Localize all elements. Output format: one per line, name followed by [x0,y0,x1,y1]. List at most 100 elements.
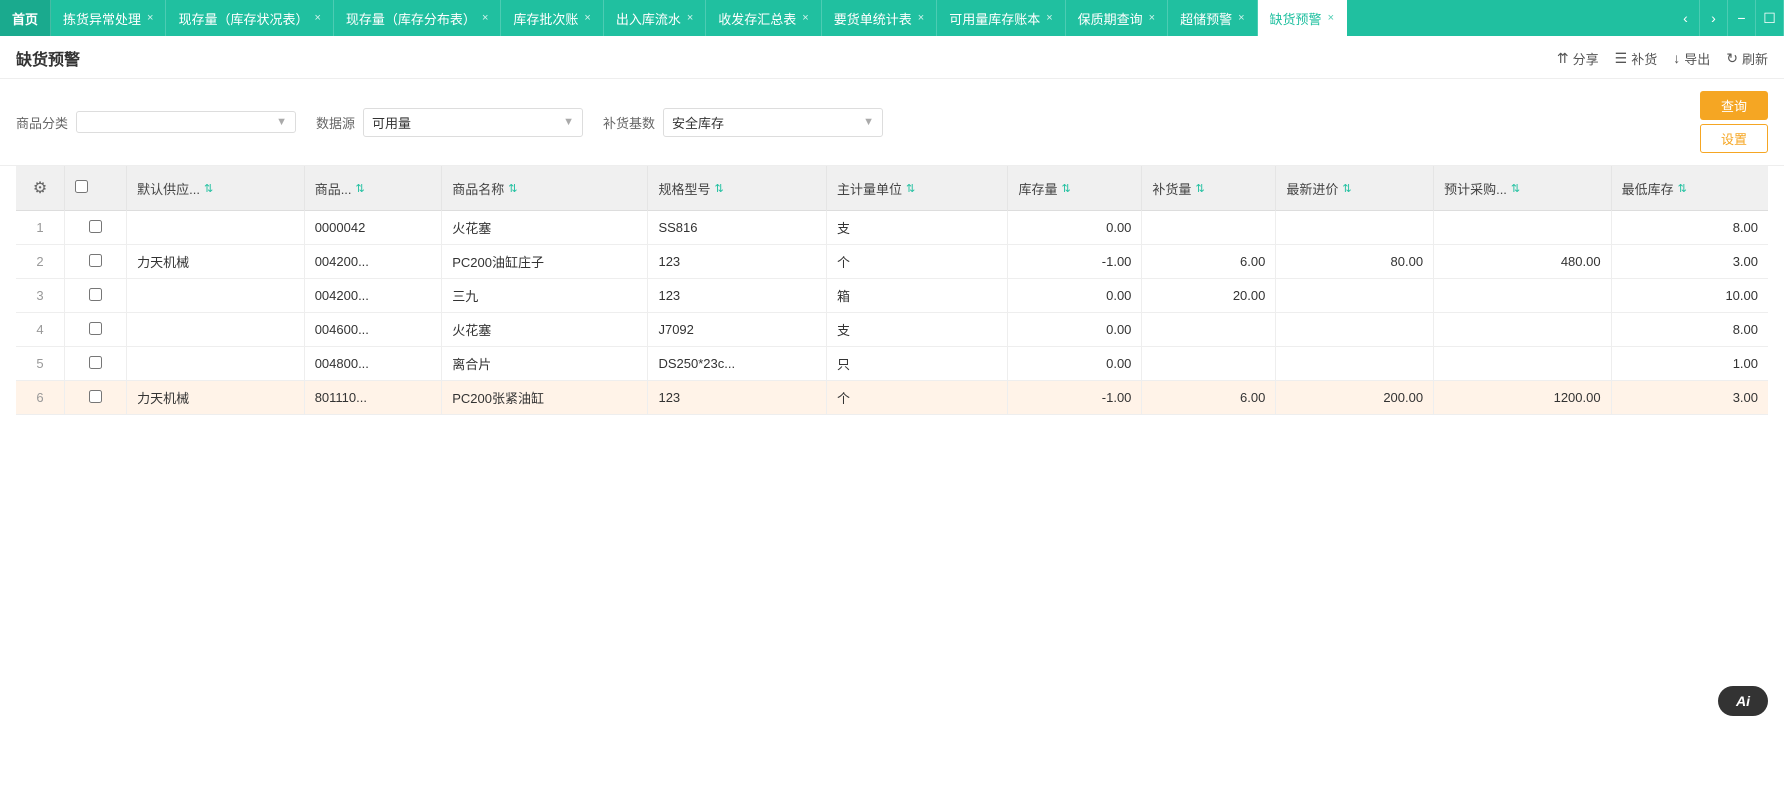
tab-2-close[interactable]: × [314,12,320,24]
replenish-button[interactable]: ☰ 补货 [1615,49,1658,68]
tab-8[interactable]: 可用量库存账本 × [937,0,1065,36]
row-spec: J7092 [648,313,827,347]
tab-3-close[interactable]: × [482,12,488,24]
tab-5-close[interactable]: × [687,12,693,24]
tab-6-label: 收发存汇总表 [718,9,796,28]
select-all-checkbox[interactable] [75,180,88,193]
th-min-stock[interactable]: 最低库存 ⇅ [1611,166,1768,211]
share-button[interactable]: ⇈ 分享 [1557,49,1599,68]
tab-maximize-button[interactable]: ☐ [1756,0,1784,36]
tab-11-close[interactable]: × [1328,12,1334,24]
th-spec[interactable]: 规格型号 ⇅ [648,166,827,211]
latest-price-sort-icon: ⇅ [1342,182,1351,195]
row-spec: SS816 [648,211,827,245]
th-stock[interactable]: 库存量 ⇅ [1008,166,1142,211]
data-table: ⚙ 默认供应... ⇅ 商品... ⇅ [16,166,1768,415]
tab-6[interactable]: 收发存汇总表 × [706,0,821,36]
tab-3[interactable]: 现存量（库存分布表） × [334,0,501,36]
tab-9[interactable]: 保质期查询 × [1066,0,1168,36]
row-num: 6 [16,381,65,415]
row-est-purchase [1434,279,1612,313]
table-row: 2 力天机械 004200... PC200油缸庄子 123 个 -1.00 6… [16,245,1768,279]
ai-button[interactable]: Ai [1718,686,1768,716]
row-spec: 123 [648,245,827,279]
th-code[interactable]: 商品... ⇅ [304,166,442,211]
category-arrow-icon: ▼ [276,116,287,128]
datasource-filter-group: 数据源 可用量 ▼ [316,108,583,137]
row-code: 004800... [304,347,442,381]
row-checkbox[interactable] [89,288,102,301]
tab-7-close[interactable]: × [918,12,924,24]
page-header: 缺货预警 ⇈ 分享 ☰ 补货 ↓ 导出 ↻ 刷新 [0,36,1784,79]
row-min-stock: 3.00 [1611,245,1768,279]
table-row: 6 力天机械 801110... PC200张紧油缸 123 个 -1.00 6… [16,381,1768,415]
tab-2[interactable]: 现存量（库存状况表） × [166,0,333,36]
tab-6-close[interactable]: × [802,12,808,24]
row-unit: 支 [826,211,1008,245]
row-checkbox[interactable] [89,356,102,369]
export-button[interactable]: ↓ 导出 [1673,49,1710,68]
th-replenish[interactable]: 补货量 ⇅ [1142,166,1276,211]
replenish-base-select[interactable]: 安全库存 ▼ [663,108,883,137]
tab-4[interactable]: 库存批次账 × [501,0,603,36]
row-min-stock: 1.00 [1611,347,1768,381]
tab-prev-button[interactable]: ‹ [1672,0,1700,36]
refresh-icon: ↻ [1726,50,1738,67]
tab-8-close[interactable]: × [1046,12,1052,24]
replenish-icon: ☰ [1615,50,1628,67]
tab-9-close[interactable]: × [1149,12,1155,24]
header-actions: ⇈ 分享 ☰ 补货 ↓ 导出 ↻ 刷新 [1557,49,1768,68]
stock-sort-icon: ⇅ [1062,182,1071,195]
tab-5[interactable]: 出入库流水 × [604,0,706,36]
table-body: 1 0000042 火花塞 SS816 支 0.00 8.00 2 力天机械 0… [16,211,1768,415]
page-title: 缺货预警 [16,46,80,70]
row-code: 004200... [304,279,442,313]
column-settings-button[interactable]: ⚙ [26,174,54,202]
row-code: 004600... [304,313,442,347]
settings-button[interactable]: 设置 [1700,124,1768,153]
tab-10[interactable]: 超储预警 × [1168,0,1257,36]
query-button[interactable]: 查询 [1700,91,1768,120]
tab-1-label: 拣货异常处理 [63,9,141,28]
tab-9-label: 保质期查询 [1078,9,1143,28]
th-unit[interactable]: 主计量单位 ⇅ [826,166,1008,211]
tab-1[interactable]: 拣货异常处理 × [51,0,166,36]
tab-next-button[interactable]: › [1700,0,1728,36]
row-replenish [1142,313,1276,347]
th-est-purchase[interactable]: 预计采购... ⇅ [1434,166,1612,211]
refresh-button[interactable]: ↻ 刷新 [1726,49,1768,68]
category-filter-group: 商品分类 ▼ [16,111,296,133]
tab-7[interactable]: 要货单统计表 × [822,0,937,36]
tab-minimize-button[interactable]: − [1728,0,1756,36]
datasource-select[interactable]: 可用量 ▼ [363,108,583,137]
row-checkbox[interactable] [89,254,102,267]
row-checkbox[interactable] [89,322,102,335]
row-est-purchase [1434,347,1612,381]
row-num: 3 [16,279,65,313]
tab-4-close[interactable]: × [584,12,590,24]
row-name: 三九 [442,279,648,313]
tab-10-close[interactable]: × [1238,12,1244,24]
category-select[interactable]: ▼ [76,111,296,133]
row-unit: 个 [826,381,1008,415]
table-row: 5 004800... 离合片 DS250*23c... 只 0.00 1.00 [16,347,1768,381]
th-name[interactable]: 商品名称 ⇅ [442,166,648,211]
th-replenish-label: 补货量 [1152,179,1191,198]
row-stock: 0.00 [1008,313,1142,347]
code-sort-icon: ⇅ [356,182,365,195]
th-supplier[interactable]: 默认供应... ⇅ [127,166,305,211]
row-spec: DS250*23c... [648,347,827,381]
row-name: 火花塞 [442,313,648,347]
page-content: 缺货预警 ⇈ 分享 ☰ 补货 ↓ 导出 ↻ 刷新 商品分类 [0,36,1784,796]
tab-11[interactable]: 缺货预警 × [1258,0,1347,36]
tab-home[interactable]: 首页 [0,0,51,36]
table-row: 4 004600... 火花塞 J7092 支 0.00 8.00 [16,313,1768,347]
row-checkbox[interactable] [89,390,102,403]
row-num: 1 [16,211,65,245]
tab-5-label: 出入库流水 [616,9,681,28]
tab-1-close[interactable]: × [147,12,153,24]
refresh-label: 刷新 [1742,49,1768,68]
tab-bar: 首页 拣货异常处理 × 现存量（库存状况表） × 现存量（库存分布表） × 库存… [0,0,1784,36]
row-checkbox[interactable] [89,220,102,233]
th-latest-price[interactable]: 最新进价 ⇅ [1276,166,1434,211]
